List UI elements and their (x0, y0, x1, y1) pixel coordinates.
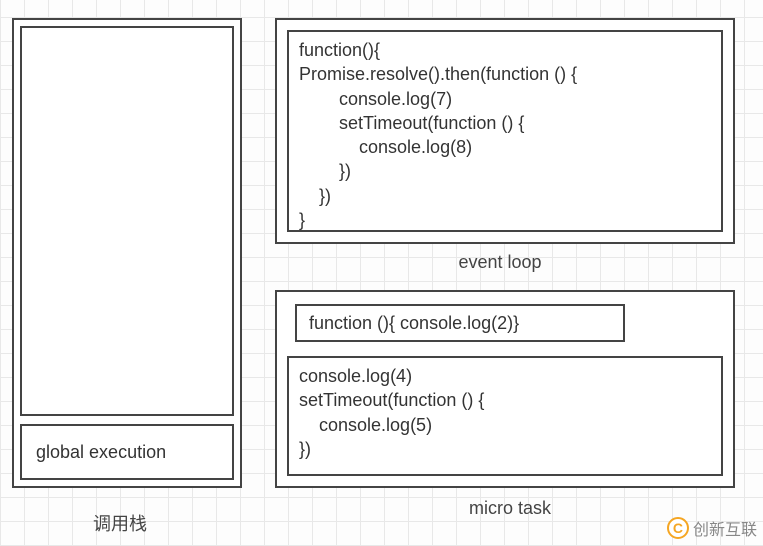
watermark: C 创新互联 (667, 516, 757, 540)
global-execution-label: global execution (36, 442, 166, 463)
microtask-item-2: console.log(4) setTimeout(function () { … (287, 356, 723, 476)
eventloop-code: function(){ Promise.resolve().then(funct… (289, 32, 721, 238)
microtask-item-2-text: console.log(4) setTimeout(function () { … (289, 358, 721, 467)
microtask-item-1: function (){ console.log(2)} (295, 304, 625, 342)
watermark-text: 创新互联 (693, 516, 757, 540)
callstack-box: global execution (12, 18, 242, 488)
eventloop-caption: event loop (420, 252, 580, 273)
microtask-box: function (){ console.log(2)} console.log… (275, 290, 735, 488)
eventloop-inner: function(){ Promise.resolve().then(funct… (287, 30, 723, 232)
microtask-item-1-text: function (){ console.log(2)} (309, 313, 519, 334)
eventloop-box: function(){ Promise.resolve().then(funct… (275, 18, 735, 244)
microtask-caption: micro task (440, 498, 580, 519)
callstack-inner-empty (20, 26, 234, 416)
callstack-caption: 调用栈 (60, 510, 180, 536)
callstack-global-row: global execution (20, 424, 234, 480)
watermark-icon: C (667, 517, 689, 539)
